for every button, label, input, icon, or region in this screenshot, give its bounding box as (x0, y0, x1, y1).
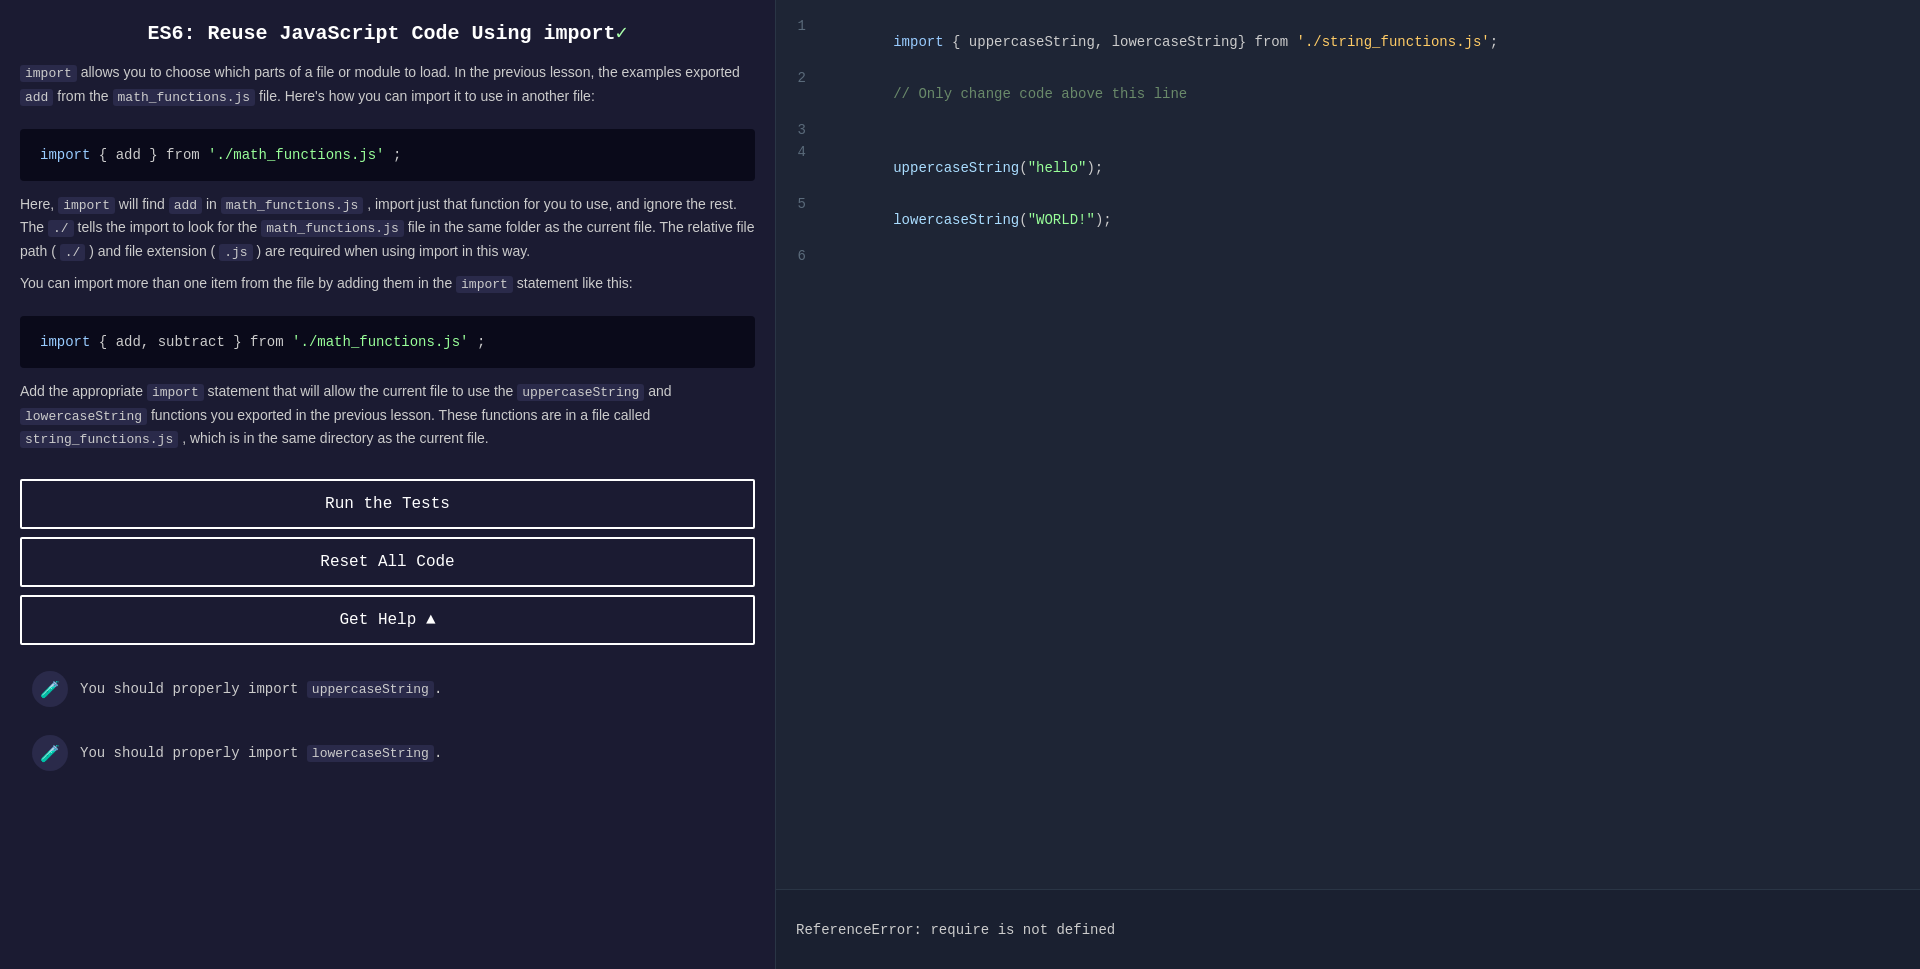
run-tests-button[interactable]: Run the Tests (20, 479, 755, 529)
code-line-5: 5 lowercaseString("WORLD!"); (776, 194, 1920, 246)
line-number-6: 6 (776, 248, 826, 264)
import-keyword-inline: import (20, 65, 77, 82)
code-line-1: 1 import { uppercaseString, lowercaseStr… (776, 16, 1920, 68)
line-number-2: 2 (776, 70, 826, 86)
console-error-text: ReferenceError: require is not defined (796, 922, 1115, 938)
console-panel: ReferenceError: require is not defined (776, 889, 1920, 969)
test-item-1: 🧪 You should properly import uppercaseSt… (20, 661, 755, 717)
code-example-2: import { add, subtract } from './math_fu… (20, 316, 755, 368)
line-number-1: 1 (776, 18, 826, 34)
line-content-4: uppercaseString("hello"); (826, 144, 1103, 192)
line-content-1: import { uppercaseString, lowercaseStrin… (826, 18, 1498, 66)
math-functions-inline: math_functions.js (113, 89, 256, 106)
right-panel: 1 import { uppercaseString, lowercaseStr… (776, 0, 1920, 969)
test-icon-2: 🧪 (32, 735, 68, 771)
test-text-2: You should properly import lowercaseStri… (80, 745, 442, 761)
line-content-5: lowercaseString("WORLD!"); (826, 196, 1112, 244)
buttons-section: Run the Tests Reset All Code Get Help ▲ (20, 479, 755, 645)
checkmark-icon: ✓ (616, 22, 628, 45)
code-line-4: 4 uppercaseString("hello"); (776, 142, 1920, 194)
test-text-1: You should properly import uppercaseStri… (80, 681, 442, 697)
line-content-2: // Only change code above this line (826, 70, 1187, 118)
paragraph-4: Add the appropriate import statement tha… (20, 380, 755, 451)
reset-code-button[interactable]: Reset All Code (20, 537, 755, 587)
line-number-5: 5 (776, 196, 826, 212)
code-line-3: 3 (776, 120, 1920, 142)
test-item-2: 🧪 You should properly import lowercaseSt… (20, 725, 755, 781)
line-number-3: 3 (776, 122, 826, 138)
code-example-1: import { add } from './math_functions.js… (20, 129, 755, 181)
code-editor[interactable]: 1 import { uppercaseString, lowercaseStr… (776, 0, 1920, 889)
paragraph-2: Here, import will find add in math_funct… (20, 193, 755, 264)
intro-paragraph: import allows you to choose which parts … (20, 61, 755, 109)
test-icon-1: 🧪 (32, 671, 68, 707)
lesson-title: ES6: Reuse JavaScript Code Using import✓ (20, 20, 755, 45)
code-line-6: 6 (776, 246, 1920, 268)
code-line-2: 2 // Only change code above this line (776, 68, 1920, 120)
get-help-button[interactable]: Get Help ▲ (20, 595, 755, 645)
tests-section: 🧪 You should properly import uppercaseSt… (20, 661, 755, 781)
line-number-4: 4 (776, 144, 826, 160)
paragraph-3: You can import more than one item from t… (20, 272, 755, 296)
left-panel: ES6: Reuse JavaScript Code Using import✓… (0, 0, 775, 969)
add-keyword-inline: add (20, 89, 53, 106)
